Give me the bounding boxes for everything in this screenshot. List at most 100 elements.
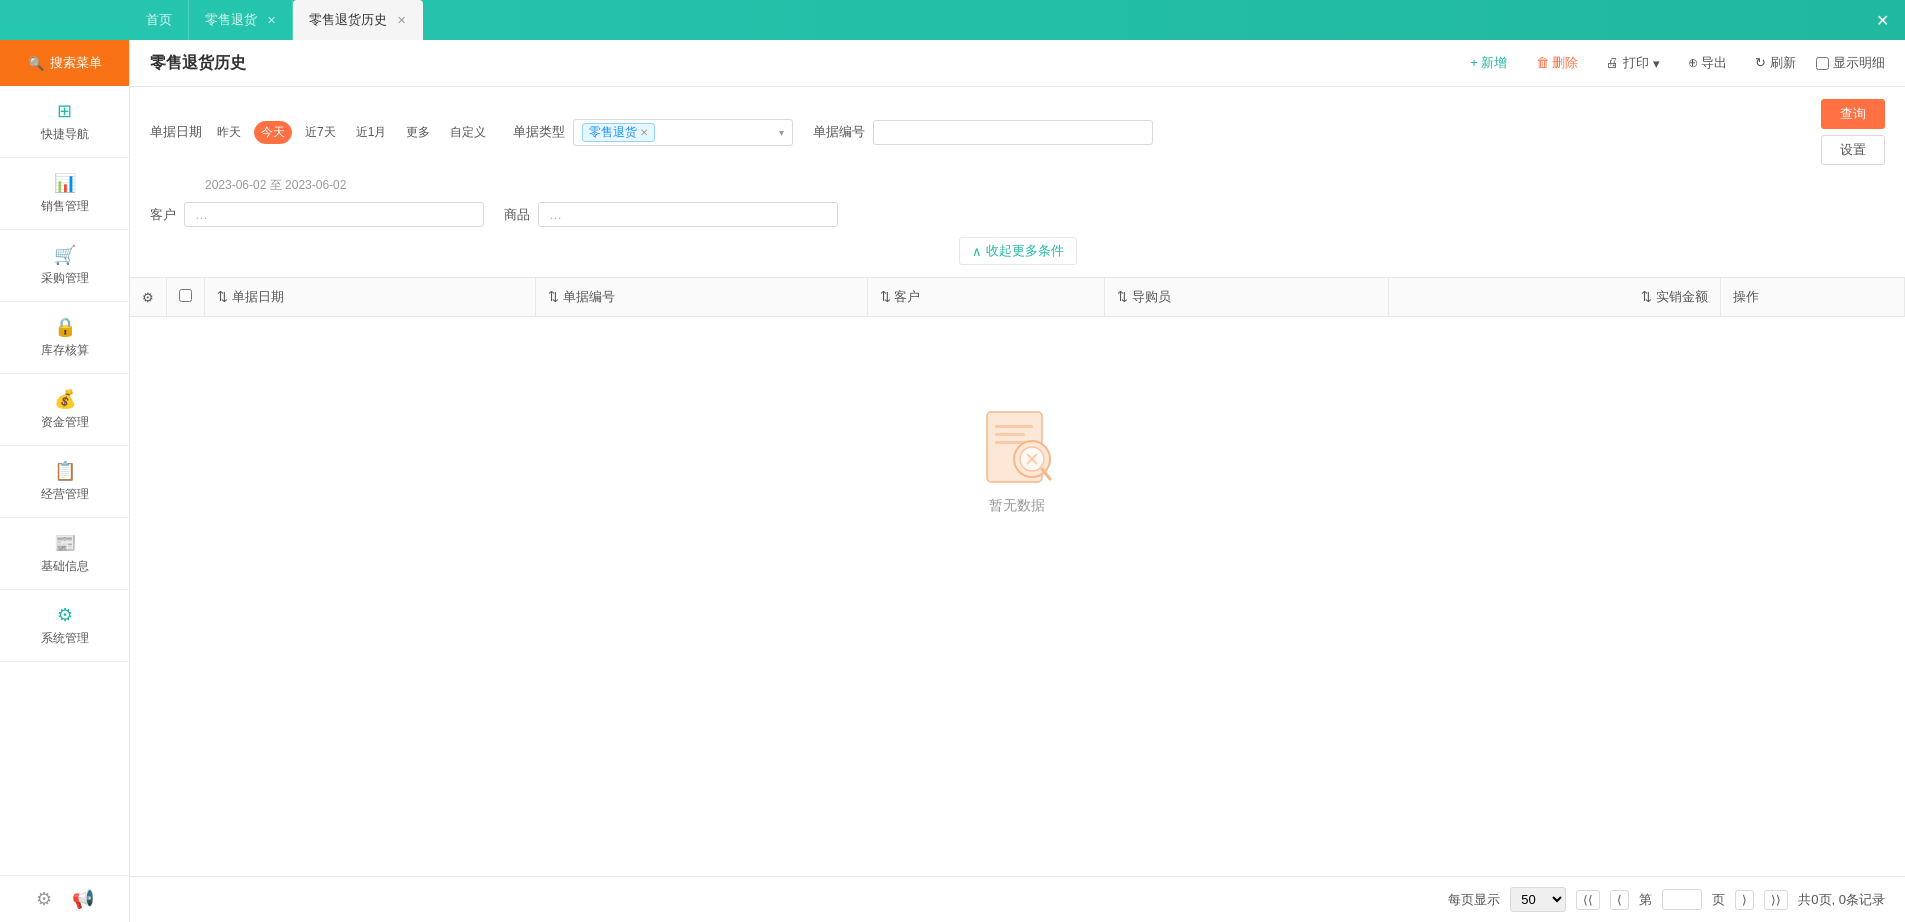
- date-btn-7days[interactable]: 近7天: [298, 121, 343, 144]
- print-button[interactable]: 🖨 打印 ▾: [1598, 50, 1668, 76]
- show-detail-checkbox[interactable]: [1816, 57, 1829, 70]
- first-page-button[interactable]: ⟨⟨: [1576, 890, 1600, 910]
- refresh-button[interactable]: ↻ 刷新: [1747, 50, 1804, 76]
- table-wrapper: ⚙ ⇅ 单据日期 ⇅ 单据编号: [130, 278, 1905, 876]
- collapse-label: 收起更多条件: [986, 242, 1064, 260]
- new-button[interactable]: + 新增: [1462, 50, 1515, 76]
- date-btn-1month[interactable]: 近1月: [349, 121, 394, 144]
- settings-button[interactable]: 设置: [1821, 135, 1885, 165]
- sidebar-item-basic-info[interactable]: 📰 基础信息: [0, 518, 129, 590]
- tab-home-label: 首页: [146, 11, 172, 29]
- customer-filter-label: 客户: [150, 206, 176, 224]
- date-btn-yesterday[interactable]: 昨天: [210, 121, 248, 144]
- page-number-input[interactable]: 1: [1662, 889, 1702, 910]
- prev-page-button[interactable]: ⟨: [1610, 890, 1629, 910]
- sidebar-search[interactable]: 🔍 搜索菜单: [0, 40, 129, 86]
- customer-input[interactable]: [184, 202, 484, 227]
- number-filter-label: 单据编号: [813, 123, 865, 141]
- sidebar-item-sales-label: 销售管理: [41, 198, 89, 215]
- page-size-select[interactable]: 50 20 100: [1510, 887, 1566, 912]
- total-label: 共0页, 0条记录: [1798, 891, 1885, 909]
- th-guide-sort: ⇅: [1117, 289, 1132, 304]
- settings-bottom-icon[interactable]: ⚙: [36, 888, 52, 910]
- svg-rect-2: [995, 433, 1025, 436]
- date-btn-more[interactable]: 更多: [399, 121, 437, 144]
- type-tag-close[interactable]: ✕: [640, 127, 648, 138]
- empty-state: 暂无数据: [130, 317, 1905, 595]
- th-settings[interactable]: ⚙: [130, 278, 167, 317]
- page-header: 零售退货历史 + 新增 🗑 删除 🖨 打印 ▾ ⊕ 导出 ↻ 刷新: [130, 40, 1905, 87]
- system-icon: ⚙: [57, 604, 73, 626]
- refresh-button-label: ↻ 刷新: [1755, 54, 1796, 72]
- th-checkbox[interactable]: [167, 278, 205, 317]
- collapse-button[interactable]: ∧ 收起更多条件: [959, 237, 1077, 265]
- volume-icon[interactable]: 📢: [72, 888, 94, 910]
- sidebar-item-system-mgmt[interactable]: ⚙ 系统管理: [0, 590, 129, 662]
- tab-retail-return-close[interactable]: ✕: [267, 14, 276, 27]
- delete-button-label: 🗑 删除: [1536, 54, 1579, 72]
- sidebar-item-operations-label: 经营管理: [41, 486, 89, 503]
- th-guide[interactable]: ⇅ 导购员: [1104, 278, 1388, 317]
- th-customer-text: 客户: [894, 289, 920, 304]
- th-date-text: 单据日期: [232, 289, 284, 304]
- tab-retail-return-history[interactable]: 零售退货历史 ✕: [293, 0, 423, 40]
- empty-text: 暂无数据: [989, 497, 1045, 515]
- th-date[interactable]: ⇅ 单据日期: [205, 278, 536, 317]
- sidebar-item-finance[interactable]: 💰 资金管理: [0, 374, 129, 446]
- sidebar-item-inventory[interactable]: 🔒 库存核算: [0, 302, 129, 374]
- data-table: ⚙ ⇅ 单据日期 ⇅ 单据编号: [130, 278, 1905, 595]
- select-all-checkbox[interactable]: [179, 289, 192, 302]
- type-filter-label: 单据类型: [513, 123, 565, 141]
- finance-icon: 💰: [54, 388, 76, 410]
- th-customer-sort: ⇅: [880, 289, 895, 304]
- sidebar-item-quick-nav[interactable]: ⊞ 快捷导航: [0, 86, 129, 158]
- tab-home[interactable]: 首页: [130, 0, 189, 40]
- next-page-button[interactable]: ⟩: [1735, 890, 1754, 910]
- type-tag: 零售退货 ✕: [582, 123, 655, 142]
- date-filter-label: 单据日期: [150, 123, 202, 141]
- svg-rect-1: [995, 425, 1033, 428]
- query-section: 查询 设置: [1821, 99, 1885, 165]
- print-dropdown-icon[interactable]: ▾: [1653, 56, 1660, 71]
- sidebar-item-purchase-mgmt[interactable]: 🛒 采购管理: [0, 230, 129, 302]
- th-number[interactable]: ⇅ 单据编号: [536, 278, 867, 317]
- type-tag-text: 零售退货: [589, 124, 637, 141]
- goods-filter-label: 商品: [504, 206, 530, 224]
- window-close-button[interactable]: ✕: [1860, 0, 1905, 40]
- filter-row-1: 单据日期 昨天 今天 近7天 近1月 更多 自定义 单据类型: [150, 99, 1885, 165]
- th-amount-text: 实销金额: [1656, 289, 1708, 304]
- number-input[interactable]: [873, 120, 1153, 145]
- show-detail-text: 显示明细: [1833, 54, 1885, 72]
- type-select[interactable]: 零售退货 ✕ ▾: [573, 119, 793, 146]
- sidebar-item-operations[interactable]: 📋 经营管理: [0, 446, 129, 518]
- purchase-icon: 🛒: [54, 244, 76, 266]
- type-filter: 单据类型 零售退货 ✕ ▾: [513, 119, 793, 146]
- th-action-text: 操作: [1733, 289, 1759, 304]
- date-range-display: 2023-06-02 至 2023-06-02: [205, 178, 346, 192]
- show-detail-label[interactable]: 显示明细: [1816, 54, 1885, 72]
- th-customer[interactable]: ⇅ 客户: [867, 278, 1104, 317]
- page-title: 零售退货历史: [150, 53, 246, 74]
- goods-input[interactable]: [538, 202, 838, 227]
- date-btn-today[interactable]: 今天: [254, 121, 292, 144]
- query-button[interactable]: 查询: [1821, 99, 1885, 129]
- last-page-button[interactable]: ⟩⟩: [1764, 890, 1788, 910]
- sidebar-item-sales-mgmt[interactable]: 📊 销售管理: [0, 158, 129, 230]
- page-label-post: 页: [1712, 891, 1725, 909]
- tab-retail-return[interactable]: 零售退货 ✕: [189, 0, 293, 40]
- sidebar-item-basic-info-label: 基础信息: [41, 558, 89, 575]
- settings-icon[interactable]: ⚙: [142, 290, 154, 305]
- th-date-label: ⇅: [217, 289, 232, 304]
- th-action: 操作: [1720, 278, 1904, 317]
- sidebar-bottom: ⚙ 📢: [0, 875, 129, 922]
- export-button[interactable]: ⊕ 导出: [1680, 50, 1736, 76]
- th-amount[interactable]: ⇅ 实销金额: [1389, 278, 1720, 317]
- tab-retail-return-history-close[interactable]: ✕: [397, 14, 406, 27]
- th-amount-sort: ⇅: [1641, 289, 1656, 304]
- filter-row-2: 客户 商品: [150, 202, 1885, 227]
- tab-retail-return-history-label: 零售退货历史: [309, 11, 387, 29]
- delete-button[interactable]: 🗑 删除: [1528, 50, 1587, 76]
- date-btn-custom[interactable]: 自定义: [443, 121, 493, 144]
- number-filter: 单据编号: [813, 120, 1153, 145]
- filter-area: 单据日期 昨天 今天 近7天 近1月 更多 自定义 单据类型: [130, 87, 1905, 278]
